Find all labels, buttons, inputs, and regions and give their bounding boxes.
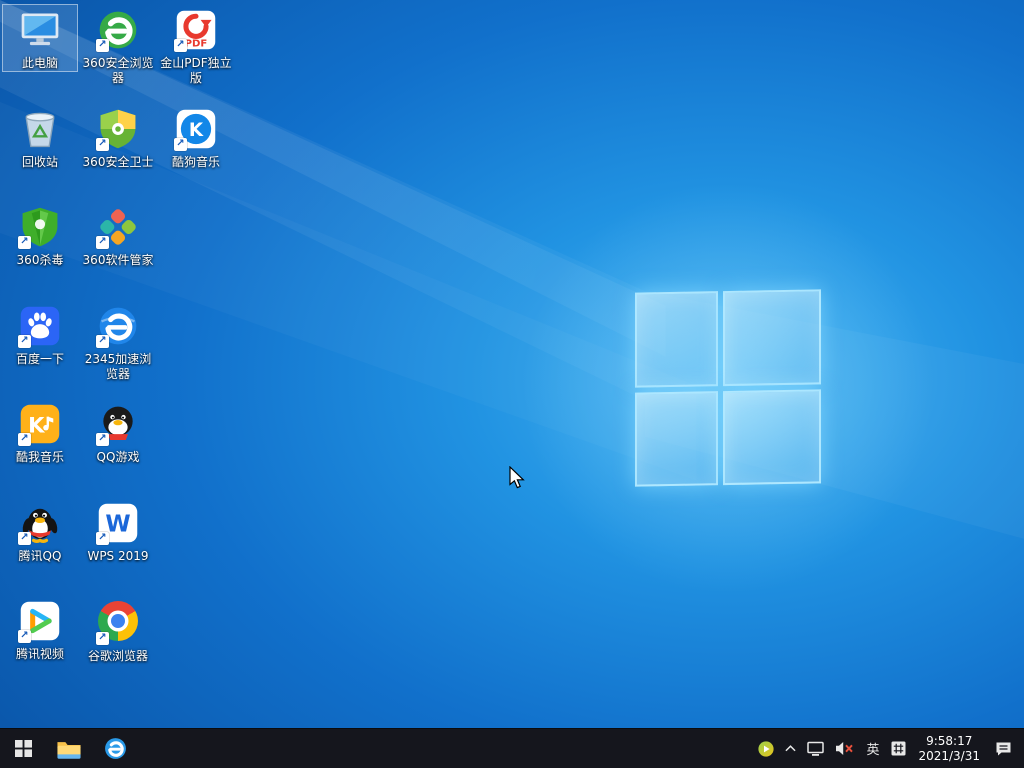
desktop-icon-label: 金山PDF独立版	[159, 56, 233, 86]
file-explorer-button[interactable]	[46, 729, 92, 768]
desktop-icon-kingsoft-pdf[interactable]: PDF ↗ 金山PDF独立版	[158, 4, 234, 87]
taskbar-left	[0, 729, 138, 768]
desktop-icon-360-antivirus[interactable]: ↗ 360杀毒	[2, 201, 78, 269]
shortcut-arrow-icon: ↗	[18, 433, 31, 446]
taskbar-clock[interactable]: 9:58:17 2021/3/31	[911, 729, 987, 768]
desktop-icon-label: 360安全卫士	[81, 155, 155, 170]
desktop-icon-wps-2019[interactable]: W ↗ WPS 2019	[80, 497, 156, 565]
desktop-icon-label: 360软件管家	[81, 253, 155, 268]
desktop-icon-360-browser[interactable]: ↗ 360安全浏览器	[80, 4, 156, 87]
desktop-icon-chrome[interactable]: ↗ 谷歌浏览器	[80, 595, 156, 665]
shortcut-arrow-icon: ↗	[18, 335, 31, 348]
folder-icon	[56, 737, 82, 761]
desktop-icon-tencent-video[interactable]: ↗ 腾讯视频	[2, 595, 78, 663]
system-tray: 英 9:58:17 2021/3/31	[753, 729, 1024, 768]
windows-logo-pane	[635, 391, 718, 486]
360-browser-icon: ↗	[96, 8, 140, 52]
kuwo-music-icon: K ↗	[18, 402, 62, 446]
svg-text:K: K	[189, 120, 204, 141]
windows-logo-pane	[723, 289, 821, 386]
desktop-icon-360-software-manager[interactable]: ↗ 360软件管家	[80, 201, 156, 269]
tencent-video-icon: ↗	[18, 599, 62, 643]
360-software-manager-icon: ↗	[96, 205, 140, 249]
desktop-icon-tencent-qq[interactable]: ↗ 腾讯QQ	[2, 497, 78, 565]
kingsoft-pdf-icon: PDF ↗	[174, 8, 218, 52]
shortcut-arrow-icon: ↗	[96, 532, 109, 545]
desktop-icon-label: 此电脑	[3, 56, 77, 71]
desktop-icon-label: 酷我音乐	[3, 450, 77, 465]
shortcut-arrow-icon: ↗	[96, 632, 109, 645]
desktop-icon-label: 酷狗音乐	[159, 155, 233, 170]
recycle-bin-icon	[18, 107, 62, 151]
shortcut-arrow-icon: ↗	[96, 236, 109, 249]
tray-network[interactable]	[802, 729, 830, 768]
tray-input-method[interactable]	[886, 729, 911, 768]
browser-taskbar-button[interactable]	[92, 729, 138, 768]
desktop-icon-360-safeguard[interactable]: ↗ 360安全卫士	[80, 103, 156, 171]
qq-games-icon: ↗	[96, 402, 140, 446]
browser-e-icon	[103, 736, 128, 761]
windows-logo-pane	[635, 291, 718, 387]
baidu-icon: ↗	[18, 304, 62, 348]
shortcut-arrow-icon: ↗	[174, 138, 187, 151]
shortcut-arrow-icon: ↗	[18, 236, 31, 249]
shortcut-arrow-icon: ↗	[96, 138, 109, 151]
svg-text:PDF: PDF	[185, 39, 208, 50]
shortcut-arrow-icon: ↗	[96, 433, 109, 446]
this-pc-icon	[18, 8, 62, 52]
360-antivirus-icon: ↗	[18, 205, 62, 249]
desktop-icon-label: 360安全浏览器	[81, 56, 155, 86]
kugou-music-icon: K ↗	[174, 107, 218, 151]
action-center-icon	[995, 741, 1012, 757]
chevron-up-icon	[784, 743, 797, 754]
desktop-icon-label: 360杀毒	[3, 253, 77, 268]
desktop-icon-label: 2345加速浏览器	[81, 352, 155, 382]
svg-text:W: W	[105, 511, 130, 537]
shortcut-arrow-icon: ↗	[18, 532, 31, 545]
shortcut-arrow-icon: ↗	[96, 39, 109, 52]
windows-logo-pane	[723, 389, 821, 485]
speaker-muted-icon	[835, 741, 854, 756]
input-method-grid-icon	[891, 741, 906, 756]
desktop-icon-label: 谷歌浏览器	[81, 649, 155, 664]
desktop-icon-label: 回收站	[3, 155, 77, 170]
tray-360-speedball[interactable]	[753, 729, 779, 768]
desktop-icon-label: 腾讯视频	[3, 647, 77, 662]
tray-show-hidden-icons[interactable]	[779, 729, 802, 768]
shortcut-arrow-icon: ↗	[174, 39, 187, 52]
desktop-icon-qq-games[interactable]: ↗ QQ游戏	[80, 398, 156, 466]
desktop-icon-kuwo-music[interactable]: K ↗ 酷我音乐	[2, 398, 78, 466]
wps-2019-icon: W ↗	[96, 501, 140, 545]
tray-ime-language[interactable]: 英	[859, 729, 886, 768]
chrome-icon: ↗	[96, 601, 140, 645]
2345-browser-icon: ↗	[96, 304, 140, 348]
clock-date: 2021/3/31	[918, 749, 980, 764]
360-safeguard-icon: ↗	[96, 107, 140, 151]
start-button[interactable]	[0, 729, 46, 768]
clock-time: 9:58:17	[926, 734, 972, 749]
shortcut-arrow-icon: ↗	[18, 630, 31, 643]
desktop-icon-label: QQ游戏	[81, 450, 155, 465]
desktop-icon-2345-browser[interactable]: ↗ 2345加速浏览器	[80, 300, 156, 383]
desktop-icon-baidu[interactable]: ↗ 百度一下	[2, 300, 78, 368]
tray-volume-muted[interactable]	[830, 729, 859, 768]
network-ethernet-icon	[807, 741, 825, 757]
windows-logo	[635, 289, 821, 486]
desktop-icon-recycle-bin[interactable]: 回收站	[2, 103, 78, 171]
taskbar: 英 9:58:17 2021/3/31	[0, 728, 1024, 768]
desktop-icon-label: WPS 2019	[81, 549, 155, 564]
desktop-icon-label: 腾讯QQ	[3, 549, 77, 564]
desktop-icon-this-pc[interactable]: 此电脑	[2, 4, 78, 72]
desktop-icon-kugou-music[interactable]: K ↗ 酷狗音乐	[158, 103, 234, 171]
tencent-qq-icon: ↗	[18, 501, 62, 545]
desktop-icon-label: 百度一下	[3, 352, 77, 367]
windows-start-icon	[15, 740, 32, 757]
shortcut-arrow-icon: ↗	[96, 335, 109, 348]
action-center-button[interactable]	[987, 729, 1024, 768]
360-speedball-icon	[758, 741, 774, 757]
